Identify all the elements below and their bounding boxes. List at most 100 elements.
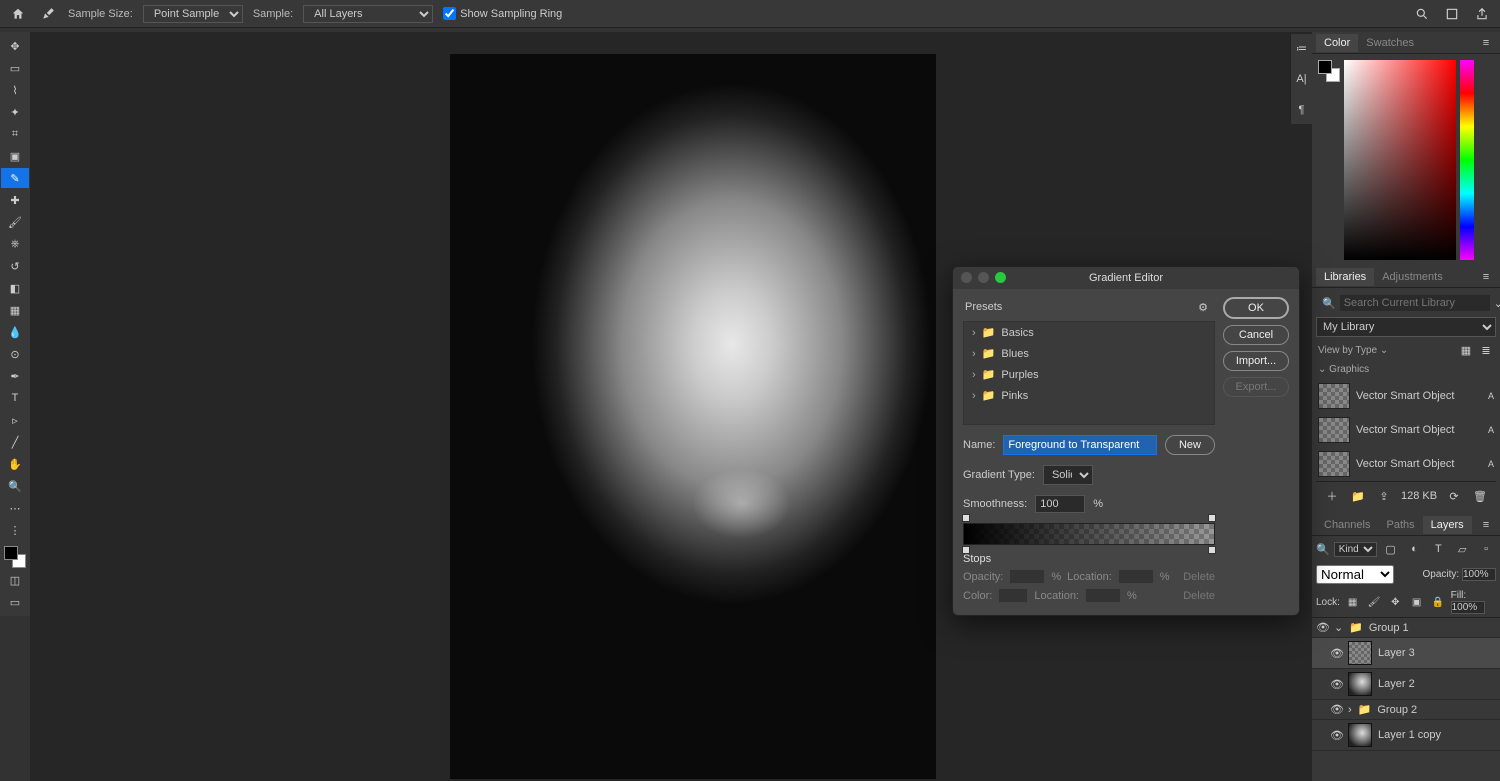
layer-group[interactable]: 👁 ⌄ 📁 Group 1 — [1312, 618, 1500, 638]
chevron-down-icon[interactable]: ⌄ — [1494, 297, 1500, 310]
blur-tool[interactable]: 💧 — [1, 322, 29, 342]
visibility-icon[interactable]: 👁 — [1330, 678, 1342, 691]
smoothness-input[interactable] — [1035, 495, 1085, 513]
sample-size-select[interactable]: Point Sample — [143, 5, 243, 23]
preset-folder[interactable]: 📁Blues — [964, 343, 1214, 364]
tab-swatches[interactable]: Swatches — [1358, 34, 1422, 52]
preset-folder[interactable]: 📁Basics — [964, 322, 1214, 343]
chevron-down-icon[interactable]: ⌄ — [1334, 621, 1343, 634]
lock-transparent-icon[interactable]: ▦ — [1344, 592, 1361, 612]
history-brush-tool[interactable]: ↺ — [1, 256, 29, 276]
panel-menu-icon[interactable]: ≡ — [1476, 515, 1496, 535]
library-item[interactable]: Vector Smart ObjectA — [1316, 413, 1496, 447]
layer-thumbnail[interactable] — [1348, 672, 1372, 696]
opacity-stop[interactable] — [962, 514, 970, 522]
properties-icon[interactable]: ≔ — [1292, 40, 1312, 57]
lasso-tool[interactable]: ⌇ — [1, 80, 29, 100]
line-tool[interactable]: ╱ — [1, 432, 29, 452]
color-stop[interactable] — [962, 546, 970, 554]
library-search-input[interactable] — [1340, 295, 1490, 311]
clone-stamp-tool[interactable]: ⎈ — [1, 234, 29, 254]
foreground-background-swatch[interactable] — [4, 546, 26, 568]
gradient-name-input[interactable] — [1003, 435, 1157, 455]
cancel-button[interactable]: Cancel — [1223, 325, 1289, 345]
color-fg-bg-swatch[interactable] — [1318, 60, 1340, 82]
list-view-icon[interactable]: ≣ — [1476, 340, 1496, 360]
opacity-input[interactable] — [1462, 568, 1496, 581]
type-tool[interactable]: T — [1, 388, 29, 408]
library-item[interactable]: Vector Smart ObjectA — [1316, 379, 1496, 413]
hand-tool[interactable]: ✋ — [1, 454, 29, 474]
preset-folder[interactable]: 📁Pinks — [964, 385, 1214, 406]
visibility-icon[interactable]: 👁 — [1330, 647, 1342, 660]
eraser-tool[interactable]: ◧ — [1, 278, 29, 298]
character-icon[interactable]: A| — [1292, 71, 1312, 88]
blend-mode-select[interactable]: Normal — [1316, 565, 1394, 584]
tab-layers[interactable]: Layers — [1423, 516, 1472, 534]
quick-select-tool[interactable]: ✦ — [1, 102, 29, 122]
lock-image-icon[interactable]: 🖌 — [1365, 592, 1382, 612]
color-field[interactable] — [1344, 60, 1456, 260]
layer-item[interactable]: 👁 Layer 2 — [1312, 669, 1500, 700]
rect-marquee-tool[interactable]: ▭ — [1, 58, 29, 78]
tab-paths[interactable]: Paths — [1378, 516, 1422, 534]
healing-tool[interactable]: ✚ — [1, 190, 29, 210]
library-select[interactable]: My Library — [1316, 317, 1496, 337]
layer-item[interactable]: 👁 Layer 3 — [1312, 638, 1500, 669]
library-item[interactable]: Vector Smart ObjectA — [1316, 447, 1496, 481]
visibility-icon[interactable]: 👁 — [1316, 621, 1328, 634]
upload-icon[interactable]: ⇪ — [1374, 486, 1394, 506]
gradient-type-select[interactable]: Solid — [1043, 465, 1093, 485]
close-icon[interactable] — [961, 272, 972, 283]
dialog-titlebar[interactable]: Gradient Editor — [953, 267, 1299, 289]
panel-menu-icon[interactable]: ≡ — [1476, 267, 1496, 287]
visibility-icon[interactable]: 👁 — [1330, 703, 1342, 716]
workspace-icon[interactable] — [1442, 4, 1462, 24]
sync-icon[interactable]: ⟳ — [1444, 486, 1464, 506]
filter-adjust-icon[interactable]: ◐ — [1405, 539, 1425, 559]
paragraph-icon[interactable]: ¶ — [1292, 101, 1312, 118]
gradient-preview-bar[interactable] — [963, 523, 1215, 545]
frame-tool[interactable]: ▣ — [1, 146, 29, 166]
import-button[interactable]: Import... — [1223, 351, 1289, 371]
lock-position-icon[interactable]: ✥ — [1387, 592, 1404, 612]
share-icon[interactable] — [1472, 4, 1492, 24]
quick-mask-icon[interactable]: ◫ — [1, 570, 29, 590]
path-select-tool[interactable]: ▹ — [1, 410, 29, 430]
dodge-tool[interactable]: ⊙ — [1, 344, 29, 364]
chevron-right-icon[interactable]: › — [1348, 704, 1352, 716]
filter-shape-icon[interactable]: ▱ — [1452, 539, 1472, 559]
layer-thumbnail[interactable] — [1348, 641, 1372, 665]
screen-mode-icon[interactable]: ▭ — [1, 592, 29, 612]
filter-smart-icon[interactable]: ▫ — [1476, 539, 1496, 559]
presets-list[interactable]: 📁Basics 📁Blues 📁Purples 📁Pinks — [963, 321, 1215, 425]
brush-tool[interactable]: 🖌 — [1, 212, 29, 232]
visibility-icon[interactable]: 👁 — [1330, 729, 1342, 742]
eyedropper-tool[interactable]: ✎ — [1, 168, 29, 188]
new-button[interactable]: New — [1165, 435, 1215, 455]
grid-view-icon[interactable]: ▦ — [1456, 340, 1476, 360]
maximize-icon[interactable] — [995, 272, 1006, 283]
layer-filter-select[interactable]: Kind — [1334, 542, 1377, 557]
foreground-color[interactable] — [4, 546, 18, 560]
add-content-icon[interactable]: ＋ — [1322, 486, 1342, 506]
lock-all-icon[interactable]: 🔒 — [1429, 592, 1446, 612]
hue-slider[interactable] — [1460, 60, 1474, 260]
sample-layers-select[interactable]: All Layers — [303, 5, 433, 23]
filter-pixel-icon[interactable]: ▢ — [1381, 539, 1401, 559]
opacity-stop[interactable] — [1208, 514, 1216, 522]
graphics-section[interactable]: ⌄ Graphics — [1316, 360, 1496, 379]
tab-channels[interactable]: Channels — [1316, 516, 1378, 534]
show-sampling-ring-checkbox[interactable]: Show Sampling Ring — [443, 7, 562, 20]
tool-preset-icon[interactable] — [38, 4, 58, 24]
view-by-label[interactable]: View by Type ⌄ — [1316, 341, 1390, 360]
preset-folder[interactable]: 📁Purples — [964, 364, 1214, 385]
panel-menu-icon[interactable]: ≡ — [1476, 33, 1496, 53]
color-stop[interactable] — [1208, 546, 1216, 554]
trash-icon[interactable]: 🗑 — [1470, 486, 1490, 506]
gear-icon[interactable]: ⚙ — [1193, 297, 1213, 317]
add-folder-icon[interactable]: 📁 — [1348, 486, 1368, 506]
crop-tool[interactable]: ⌗ — [1, 124, 29, 144]
pen-tool[interactable]: ✒ — [1, 366, 29, 386]
filter-type-icon[interactable]: T — [1428, 539, 1448, 559]
